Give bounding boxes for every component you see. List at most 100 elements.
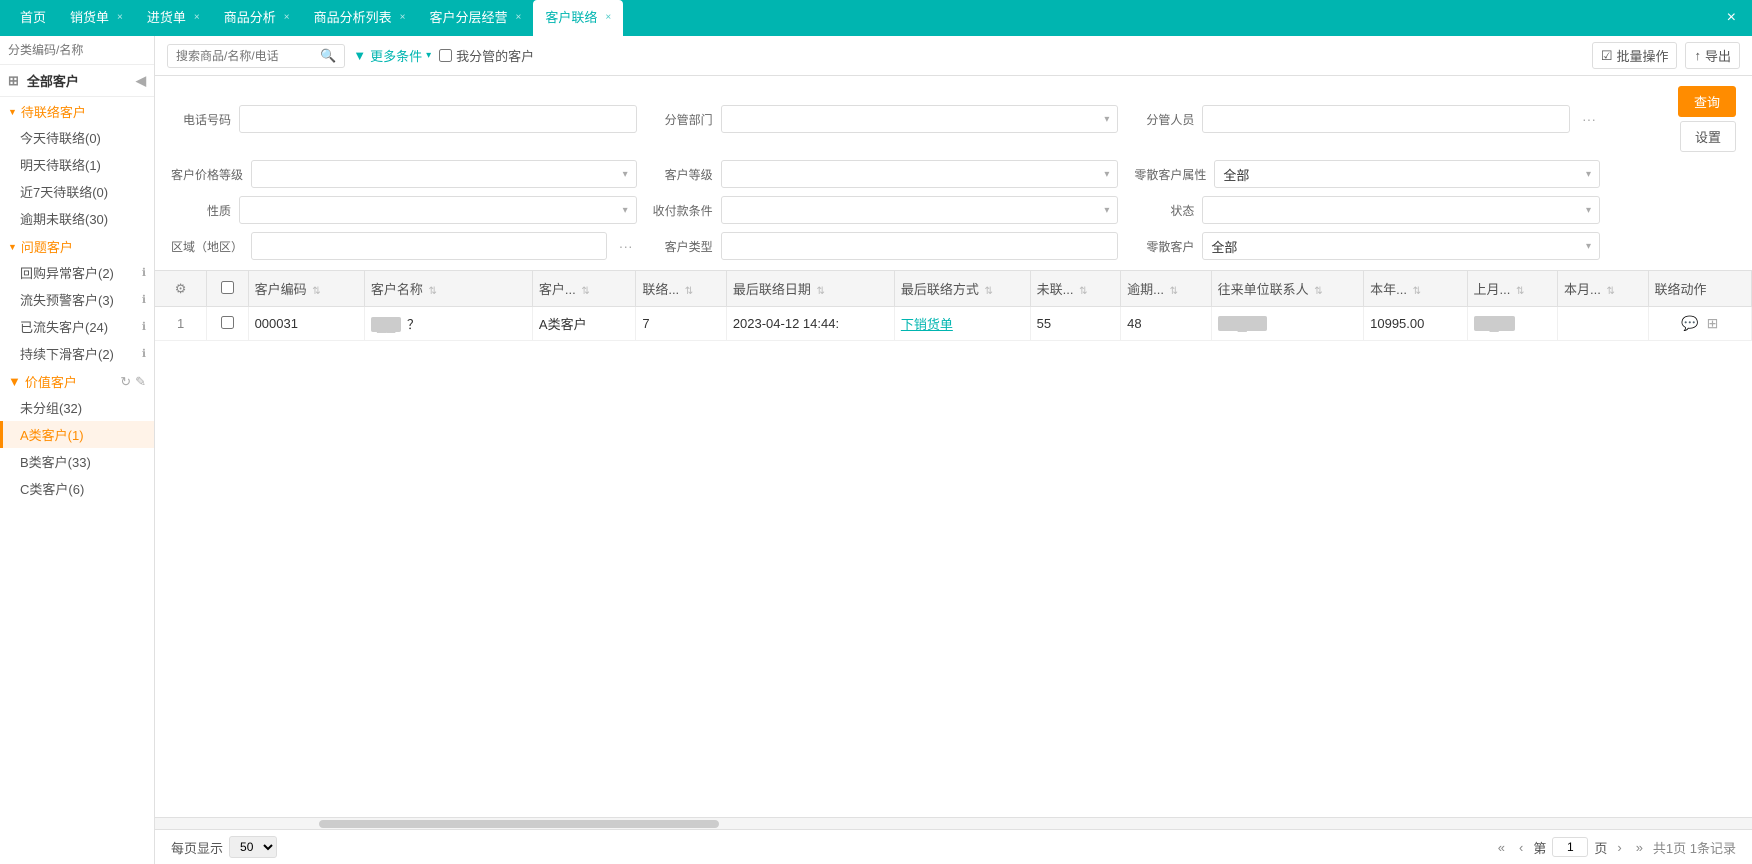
region-input[interactable]	[251, 232, 607, 260]
scroll-thumb[interactable]	[319, 820, 719, 828]
filter-cell-staff: 分管人员 ···	[1134, 105, 1616, 133]
sidebar-today-pending[interactable]: 今天待联络(0)	[0, 124, 154, 151]
qr-icon[interactable]: ⊞	[1707, 315, 1719, 332]
sidebar-continuous-decline[interactable]: 持续下滑客户(2) ℹ	[0, 340, 154, 367]
filter-search-input[interactable]	[176, 49, 316, 63]
staff-input[interactable]	[1202, 105, 1570, 133]
sidebar-collapse-icon[interactable]: ◀	[136, 73, 146, 89]
sort-icon-overdue[interactable]: ⇅	[1170, 286, 1178, 297]
sidebar-ungrouped[interactable]: 未分组(32)	[0, 394, 154, 421]
next-page-btn[interactable]: ›	[1613, 838, 1625, 857]
sort-icon-lastmo[interactable]: ⇅	[1516, 286, 1524, 297]
region-dots-btn[interactable]: ···	[615, 238, 637, 254]
nav-customer-contact-close[interactable]: ×	[605, 0, 611, 36]
nav-sales-order-close[interactable]: ×	[117, 0, 123, 36]
horizontal-scrollbar[interactable]	[155, 817, 1752, 829]
nav-customer-tier-close[interactable]: ×	[515, 0, 521, 36]
th-name: 客户名称 ⇅	[364, 271, 532, 307]
payment-select[interactable]: ▾	[721, 196, 1119, 224]
customer-level-chevron: ▾	[1104, 169, 1109, 180]
dept-select[interactable]: ▾	[721, 105, 1119, 133]
filter-cell-region: 区域（地区） ···	[171, 232, 653, 260]
nav-product-analysis-close[interactable]: ×	[284, 0, 290, 36]
last-page-btn[interactable]: »	[1632, 838, 1647, 857]
nav-purchase-order-close[interactable]: ×	[194, 0, 200, 36]
batch-op-btn[interactable]: ☑ 批量操作	[1592, 42, 1678, 69]
my-customers-checkbox[interactable]: 我分管的客户	[439, 46, 534, 65]
refresh-icon[interactable]: ↻	[120, 374, 131, 390]
nav-product-analysis-list-close[interactable]: ×	[400, 0, 406, 36]
nav-customer-tier[interactable]: 客户分层经营 ×	[417, 0, 533, 36]
sort-icon-contact[interactable]: ⇅	[685, 286, 693, 297]
sort-icon-type[interactable]: ⇅	[581, 286, 589, 297]
filter-cell-price-level: 客户价格等级 ▾	[171, 160, 653, 188]
table-row: 1 000031 ██ ？ A类客户 7 2023-04-12 14:44: 下…	[155, 307, 1752, 341]
chat-icon[interactable]: 💬	[1681, 315, 1698, 332]
info-icon-2: ℹ	[142, 320, 146, 333]
sort-icon-date[interactable]: ⇅	[816, 286, 824, 297]
nature-select[interactable]: ▾	[239, 196, 637, 224]
sidebar-repurchase-abnormal[interactable]: 回购异常客户(2) ℹ	[0, 259, 154, 286]
nav-product-analysis-list[interactable]: 商品分析列表 ×	[302, 0, 418, 36]
nav-sales-order[interactable]: 销货单 ×	[58, 0, 135, 36]
sort-icon-nocontact[interactable]: ⇅	[1079, 286, 1087, 297]
sort-icon-method[interactable]: ⇅	[984, 286, 992, 297]
filter-search-icon[interactable]: 🔍	[320, 48, 336, 64]
nav-purchase-order[interactable]: 进货单 ×	[135, 0, 212, 36]
filter-row-1: 电话号码 分管部门 ▾ 分管人员 ··· 查询 设置	[171, 86, 1736, 152]
contact-method-link[interactable]: 下销货单	[901, 317, 953, 332]
sidebar-churned[interactable]: 已流失客户(24) ℹ	[0, 313, 154, 340]
retail-attr-select[interactable]: 全部 ▾	[1214, 160, 1600, 188]
nav-customer-contact[interactable]: 客户联络 ×	[533, 0, 623, 36]
customer-level-select[interactable]: ▾	[721, 160, 1119, 188]
sort-icon-name[interactable]: ⇅	[429, 286, 437, 297]
filter-row-3: 性质 ▾ 收付款条件 ▾ 状态 ▾	[171, 196, 1736, 224]
sort-icon-prev[interactable]: ⇅	[1314, 286, 1322, 297]
sidebar-a-class[interactable]: A类客户(1)	[0, 421, 154, 448]
sidebar-search-container: 🔍	[0, 36, 154, 65]
phone-input[interactable]	[239, 105, 637, 133]
sort-icon-code[interactable]: ⇅	[312, 286, 320, 297]
nav-home[interactable]: 首页	[8, 0, 58, 36]
window-close-button[interactable]: ×	[1719, 9, 1744, 27]
my-customers-check[interactable]	[439, 49, 452, 62]
row-check[interactable]	[207, 307, 248, 341]
sidebar-b-class[interactable]: B类客户(33)	[0, 448, 154, 475]
sidebar-search-input[interactable]	[8, 43, 155, 57]
more-conditions-btn[interactable]: ▼ 更多条件 ▾	[353, 46, 431, 65]
problem-section-title[interactable]: ▼ 问题客户	[0, 232, 154, 259]
sidebar-tomorrow-pending[interactable]: 明天待联络(1)	[0, 151, 154, 178]
customer-type-input[interactable]	[721, 232, 1119, 260]
status-select[interactable]: ▾	[1202, 196, 1600, 224]
th-thisyr: 本年... ⇅	[1364, 271, 1467, 307]
page-number-input[interactable]	[1552, 837, 1588, 857]
th-gear[interactable]: ⚙	[155, 271, 207, 307]
export-btn[interactable]: ↑ 导出	[1685, 42, 1740, 69]
nav-product-analysis[interactable]: 商品分析 ×	[212, 0, 302, 36]
customer-table: ⚙ 客户编码 ⇅ 客户名称 ⇅ 客户... ⇅	[155, 271, 1752, 341]
info-icon-0: ℹ	[142, 266, 146, 279]
select-all-checkbox[interactable]	[221, 281, 234, 294]
query-btn[interactable]: 查询	[1678, 86, 1736, 117]
value-section-title[interactable]: ▼ 价值客户 ↻ ✎	[0, 367, 154, 394]
pending-section-title[interactable]: ▼ 待联络客户	[0, 97, 154, 124]
status-chevron: ▾	[1586, 205, 1591, 216]
prev-page-btn[interactable]: ‹	[1515, 838, 1527, 857]
settings-btn[interactable]: 设置	[1680, 121, 1736, 152]
sidebar-c-class[interactable]: C类客户(6)	[0, 475, 154, 502]
row-checkbox[interactable]	[221, 316, 234, 329]
staff-dots-btn[interactable]: ···	[1578, 111, 1600, 127]
sort-icon-thismon[interactable]: ⇅	[1607, 286, 1615, 297]
retail-customer-select[interactable]: 全部 ▾	[1202, 232, 1600, 260]
edit-icon[interactable]: ✎	[135, 374, 146, 390]
sidebar-7days-pending[interactable]: 近7天待联络(0)	[0, 178, 154, 205]
price-level-select[interactable]: ▾	[251, 160, 637, 188]
filter-cell-dept: 分管部门 ▾	[653, 105, 1135, 133]
first-page-btn[interactable]: «	[1494, 838, 1509, 857]
price-level-chevron: ▾	[623, 169, 628, 180]
sidebar-churn-warning[interactable]: 流失预警客户(3) ℹ	[0, 286, 154, 313]
th-check[interactable]	[207, 271, 248, 307]
sort-icon-thisyr[interactable]: ⇅	[1413, 286, 1421, 297]
page-size-select[interactable]: 50	[229, 836, 277, 858]
sidebar-overdue-pending[interactable]: 逾期未联络(30)	[0, 205, 154, 232]
